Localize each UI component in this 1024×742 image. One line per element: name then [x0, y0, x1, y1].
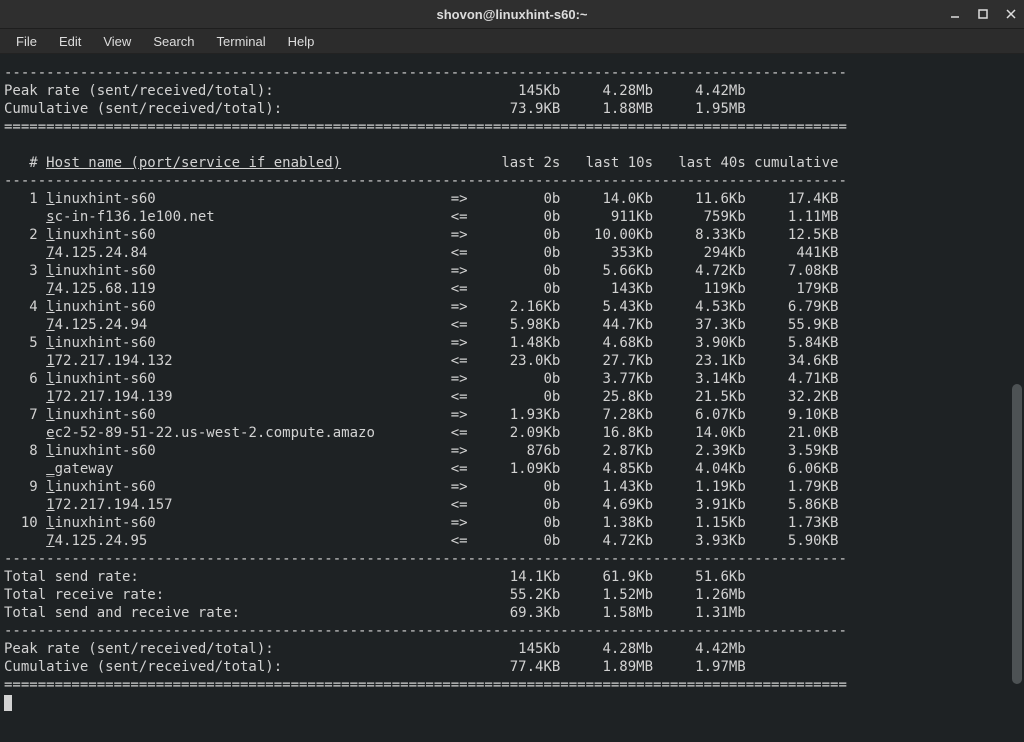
- host-first-char: l: [46, 407, 54, 423]
- minimize-icon[interactable]: [948, 7, 962, 21]
- host-first-char: 1: [46, 389, 54, 405]
- window-controls: [948, 0, 1018, 28]
- host-first-char: 7: [46, 533, 54, 549]
- host-first-char: l: [46, 479, 54, 495]
- host-first-char: l: [46, 227, 54, 243]
- host-first-char: l: [46, 371, 54, 387]
- scrollbar-thumb[interactable]: [1012, 384, 1022, 684]
- maximize-icon[interactable]: [976, 7, 990, 21]
- host-first-char: 7: [46, 245, 54, 261]
- terminal-output[interactable]: ----------------------------------------…: [0, 54, 1024, 742]
- menu-search[interactable]: Search: [143, 32, 204, 51]
- host-first-char: 1: [46, 497, 54, 513]
- host-first-char: l: [46, 299, 54, 315]
- host-first-char: l: [46, 263, 54, 279]
- menubar: File Edit View Search Terminal Help: [0, 29, 1024, 54]
- host-first-char: l: [46, 191, 54, 207]
- host-first-char: 7: [46, 317, 54, 333]
- menu-help[interactable]: Help: [278, 32, 325, 51]
- host-first-char: l: [46, 515, 54, 531]
- header-host: Host name (port/service if enabled): [46, 155, 341, 171]
- host-first-char: 1: [46, 353, 54, 369]
- host-first-char: s: [46, 209, 54, 225]
- menu-view[interactable]: View: [93, 32, 141, 51]
- scrollbar[interactable]: [1012, 58, 1022, 734]
- window-titlebar: shovon@linuxhint-s60:~: [0, 0, 1024, 29]
- close-icon[interactable]: [1004, 7, 1018, 21]
- window-title: shovon@linuxhint-s60:~: [437, 7, 588, 22]
- host-first-char: l: [46, 335, 54, 351]
- host-first-char: 7: [46, 281, 54, 297]
- menu-file[interactable]: File: [6, 32, 47, 51]
- menu-terminal[interactable]: Terminal: [207, 32, 276, 51]
- host-first-char: l: [46, 443, 54, 459]
- menu-edit[interactable]: Edit: [49, 32, 91, 51]
- host-first-char: e: [46, 425, 54, 441]
- cursor: [4, 695, 12, 711]
- host-first-char: _: [46, 461, 54, 477]
